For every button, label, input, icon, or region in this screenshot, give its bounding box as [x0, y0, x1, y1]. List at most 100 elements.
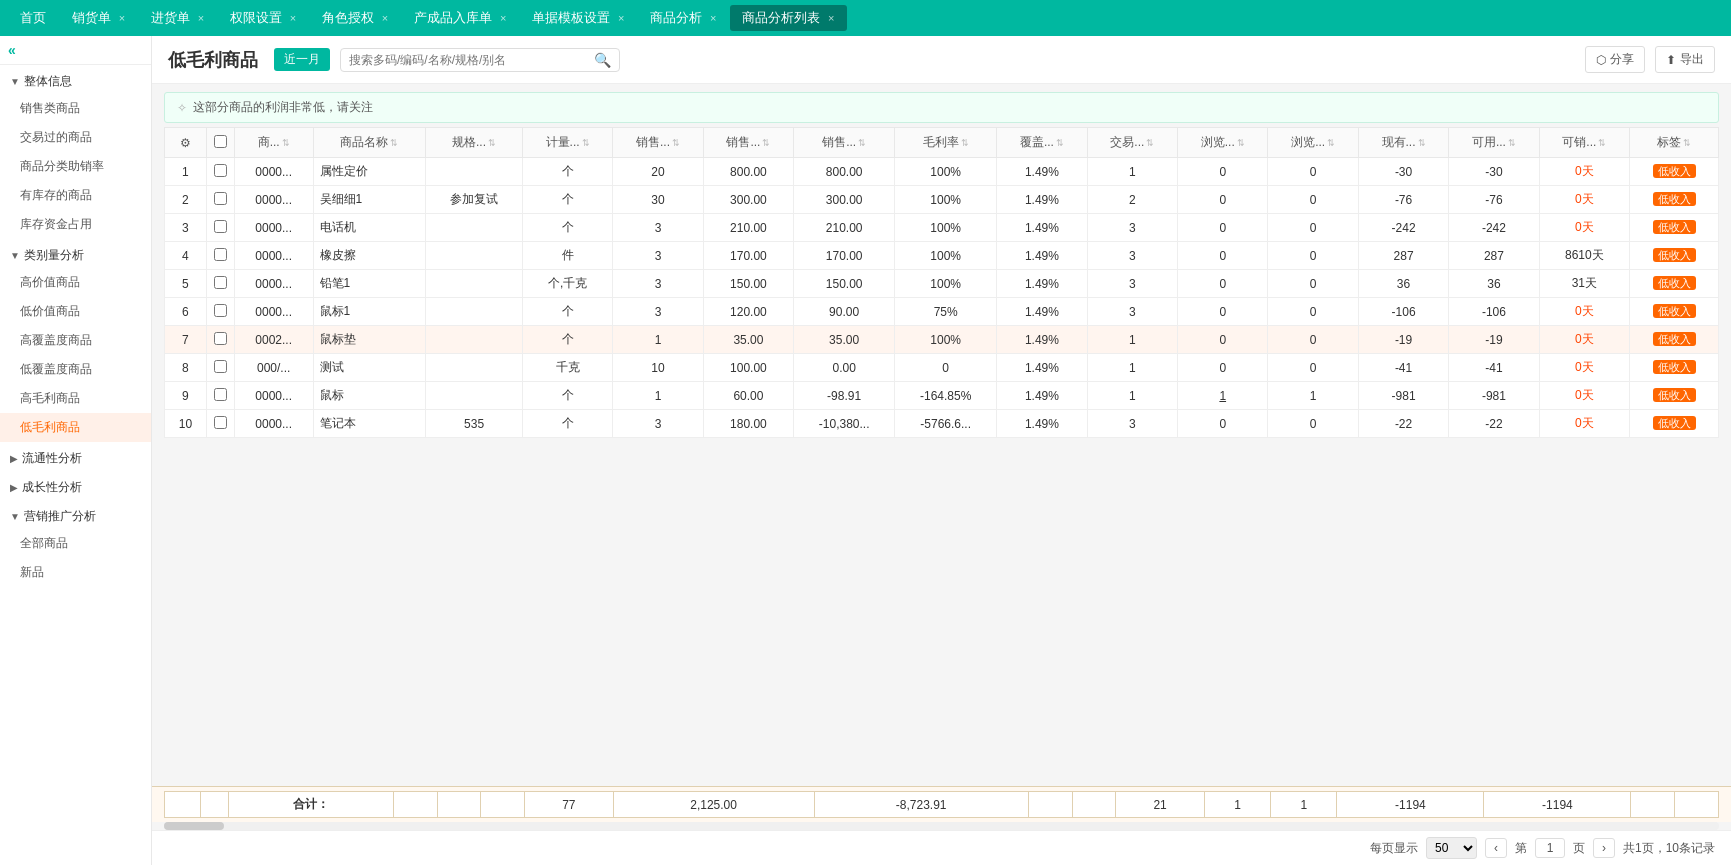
nav-roles-close[interactable]: × [382, 12, 388, 24]
sidebar-collapse-btn[interactable]: « [8, 42, 16, 58]
sidebar-section-category-title[interactable]: ▼ 类别量分析 [0, 239, 151, 268]
row-checkbox[interactable] [214, 164, 227, 177]
cell-unit: 个 [522, 410, 612, 438]
th-sales-qty[interactable]: 销售...⇅ [613, 128, 703, 158]
nav-goods-list-close[interactable]: × [828, 12, 834, 24]
nav-purchase-close[interactable]: × [198, 12, 204, 24]
row-checkbox[interactable] [214, 248, 227, 261]
nav-home[interactable]: 首页 [8, 5, 58, 31]
cell-browse1[interactable]: 1 [1178, 382, 1268, 410]
th-coverage[interactable]: 覆盖...⇅ [997, 128, 1087, 158]
nav-goods-analysis[interactable]: 商品分析 × [638, 5, 728, 31]
row-checkbox[interactable] [214, 220, 227, 233]
notice-bar: ✧ 这部分商品的利润非常低，请关注 [164, 92, 1719, 123]
nav-roles[interactable]: 角色授权 × [310, 5, 400, 31]
cell-spec [426, 382, 523, 410]
cell-checkbox[interactable] [206, 410, 234, 438]
sidebar-item-low-value[interactable]: 低价值商品 [0, 297, 151, 326]
cell-checkbox[interactable] [206, 158, 234, 186]
cell-checkbox[interactable] [206, 354, 234, 382]
row-checkbox[interactable] [214, 416, 227, 429]
sidebar-section-marketing-title[interactable]: ▼ 营销推广分析 [0, 500, 151, 529]
cell-sales-profit: 35.00 [794, 326, 895, 354]
th-browse1[interactable]: 浏览...⇅ [1178, 128, 1268, 158]
th-unit[interactable]: 计量...⇅ [522, 128, 612, 158]
share-button[interactable]: ⬡ 分享 [1585, 46, 1645, 73]
sidebar-item-high-coverage[interactable]: 高覆盖度商品 [0, 326, 151, 355]
nav-goods-analysis-list[interactable]: 商品分析列表 × [730, 5, 846, 31]
th-sales-profit[interactable]: 销售...⇅ [794, 128, 895, 158]
per-page-select[interactable]: 50 100 200 [1426, 837, 1477, 859]
cell-transaction: 3 [1087, 242, 1177, 270]
sidebar-item-all-goods[interactable]: 全部商品 [0, 529, 151, 558]
per-page-label: 每页显示 [1370, 840, 1418, 857]
cell-name: 铅笔1 [313, 270, 426, 298]
nav-product-inbound-close[interactable]: × [500, 12, 506, 24]
sidebar-section-growth-title[interactable]: ▶ 成长性分析 [0, 471, 151, 500]
sidebar-item-high-margin[interactable]: 高毛利商品 [0, 384, 151, 413]
sidebar-item-sales-goods[interactable]: 销售类商品 [0, 94, 151, 123]
sidebar-section-circulation-title[interactable]: ▶ 流通性分析 [0, 442, 151, 471]
th-spec[interactable]: 规格...⇅ [426, 128, 523, 158]
th-sales-price[interactable]: 销售...⇅ [703, 128, 793, 158]
sidebar-item-capital[interactable]: 库存资金占用 [0, 210, 151, 239]
sidebar-item-low-coverage[interactable]: 低覆盖度商品 [0, 355, 151, 384]
cell-checkbox[interactable] [206, 382, 234, 410]
sidebar-item-traded-goods[interactable]: 交易过的商品 [0, 123, 151, 152]
row-checkbox[interactable] [214, 360, 227, 373]
sidebar-item-stocked-goods[interactable]: 有库存的商品 [0, 181, 151, 210]
cell-current-stock: 287 [1358, 242, 1448, 270]
cell-checkbox[interactable] [206, 214, 234, 242]
cell-name: 测试 [313, 354, 426, 382]
th-available[interactable]: 可用...⇅ [1449, 128, 1539, 158]
cell-checkbox[interactable] [206, 242, 234, 270]
cell-tag: 低收入 [1630, 270, 1719, 298]
sidebar-item-high-value[interactable]: 高价值商品 [0, 268, 151, 297]
sidebar-item-low-margin[interactable]: 低毛利商品 [0, 413, 151, 442]
page-number[interactable]: 1 [1535, 838, 1565, 858]
cell-checkbox[interactable] [206, 298, 234, 326]
th-current-stock[interactable]: 现有...⇅ [1358, 128, 1448, 158]
table-wrapper[interactable]: ⚙ 商...⇅ 商品名称⇅ 规格...⇅ 计量...⇅ 销售...⇅ 销售...… [152, 127, 1731, 786]
nav-product-inbound[interactable]: 产成品入库单 × [402, 5, 518, 31]
th-checkbox[interactable] [206, 128, 234, 158]
date-filter-button[interactable]: 近一月 [274, 48, 330, 71]
nav-purchase[interactable]: 进货单 × [139, 5, 216, 31]
horizontal-scrollbar[interactable] [164, 822, 1719, 830]
th-settings[interactable]: ⚙ [165, 128, 207, 158]
th-gross-margin[interactable]: 毛利率⇅ [895, 128, 997, 158]
row-checkbox[interactable] [214, 388, 227, 401]
nav-template[interactable]: 单据模板设置 × [520, 5, 636, 31]
sidebar-section-overview-title[interactable]: ▼ 整体信息 [0, 65, 151, 94]
cell-checkbox[interactable] [206, 186, 234, 214]
nav-goods-analysis-close[interactable]: × [710, 12, 716, 24]
search-icon[interactable]: 🔍 [594, 52, 611, 68]
prev-page-button[interactable]: ‹ [1485, 838, 1507, 858]
th-transaction[interactable]: 交易...⇅ [1087, 128, 1177, 158]
th-tag[interactable]: 标签⇅ [1630, 128, 1719, 158]
export-button[interactable]: ⬆ 导出 [1655, 46, 1715, 73]
select-all-checkbox[interactable] [214, 135, 227, 148]
row-checkbox[interactable] [214, 332, 227, 345]
arrow-down-icon3: ▼ [10, 511, 20, 522]
nav-permissions-close[interactable]: × [290, 12, 296, 24]
th-name[interactable]: 商品名称⇅ [313, 128, 426, 158]
search-input[interactable] [349, 53, 590, 67]
row-checkbox[interactable] [214, 192, 227, 205]
th-browse2[interactable]: 浏览...⇅ [1268, 128, 1358, 158]
th-code[interactable]: 商...⇅ [234, 128, 313, 158]
row-checkbox[interactable] [214, 276, 227, 289]
sidebar-item-new-goods[interactable]: 新品 [0, 558, 151, 587]
th-sellable[interactable]: 可销...⇅ [1539, 128, 1629, 158]
scrollbar-thumb[interactable] [164, 822, 224, 830]
sidebar-item-category-rate[interactable]: 商品分类助销率 [0, 152, 151, 181]
next-page-button[interactable]: › [1593, 838, 1615, 858]
cell-checkbox[interactable] [206, 326, 234, 354]
cell-checkbox[interactable] [206, 270, 234, 298]
nav-sales[interactable]: 销货单 × [60, 5, 137, 31]
nav-sales-close[interactable]: × [119, 12, 125, 24]
nav-template-close[interactable]: × [618, 12, 624, 24]
row-checkbox[interactable] [214, 304, 227, 317]
cell-unit: 个 [522, 186, 612, 214]
nav-permissions[interactable]: 权限设置 × [218, 5, 308, 31]
